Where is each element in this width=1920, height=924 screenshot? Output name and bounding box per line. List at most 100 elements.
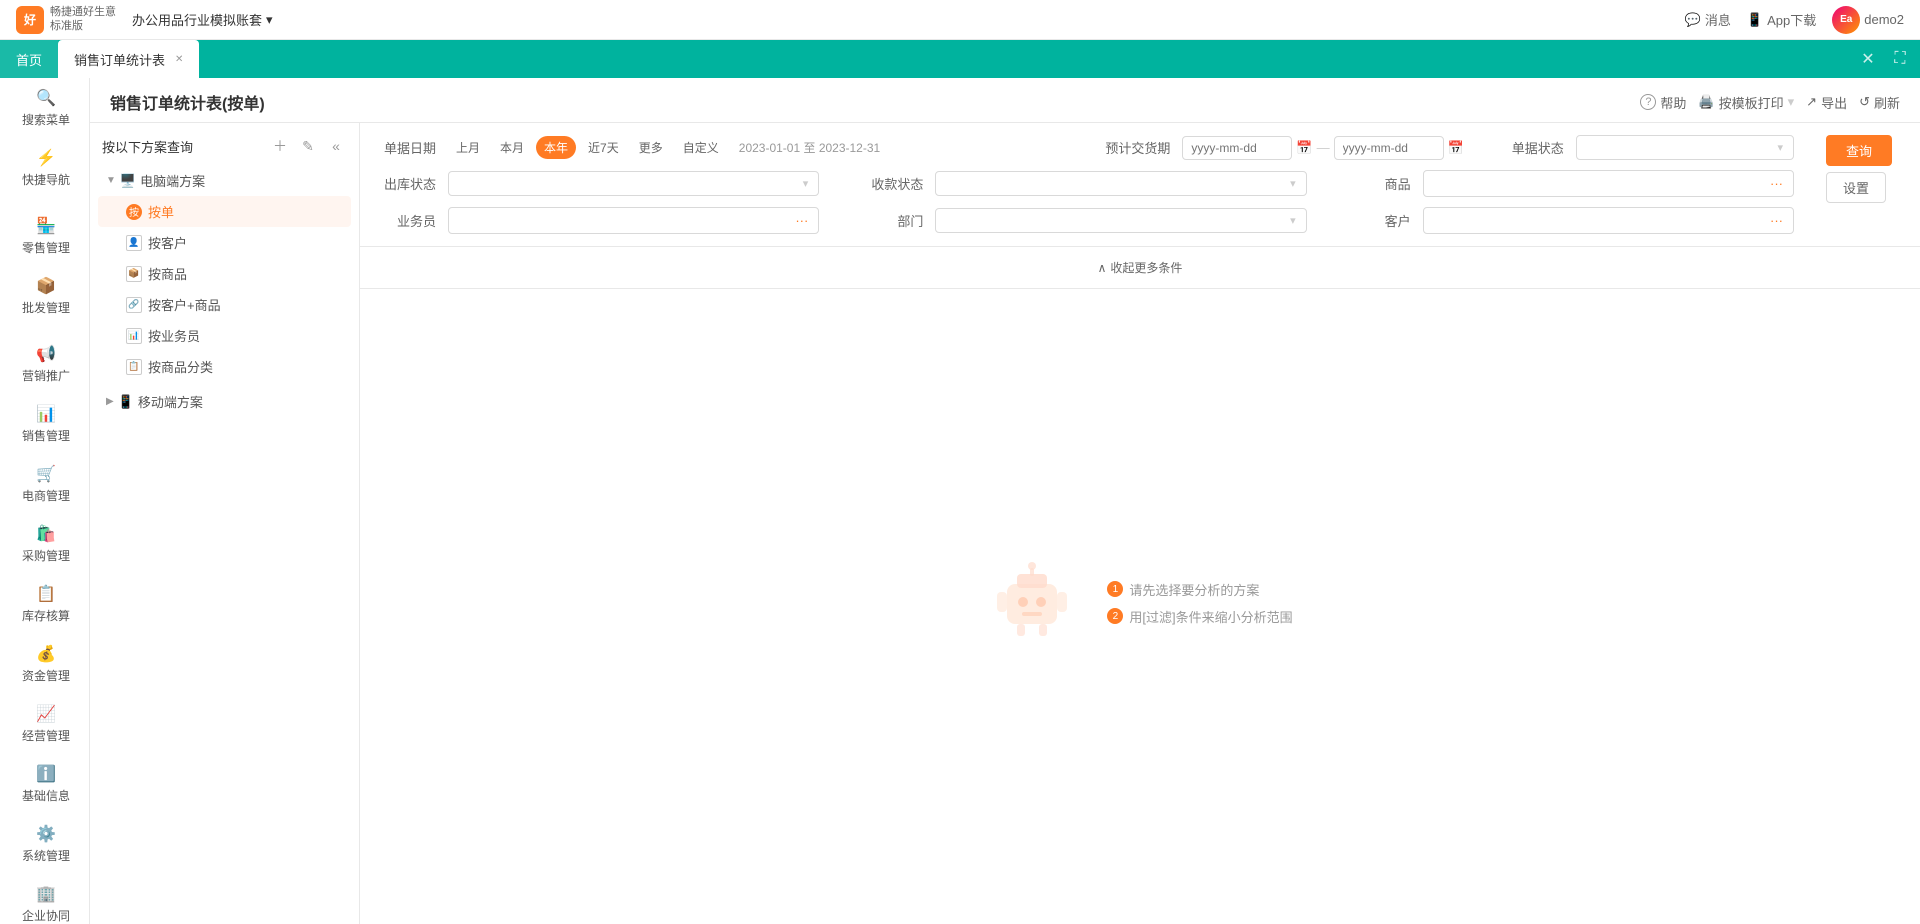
export-icon: ↗ <box>1806 94 1817 110</box>
receive-status-label: 收款状态 <box>863 174 923 193</box>
refresh-action[interactable]: ↺ 刷新 <box>1859 93 1900 112</box>
by-order-icon: 按 <box>126 204 142 220</box>
scheme-group-desktop: ▼ 🖥️ 电脑端方案 按 按单 👤 按客户 <box>98 165 351 382</box>
retail-icon: 🏪 <box>36 216 56 236</box>
predict-date-label: 预计交货期 <box>1100 138 1170 157</box>
help-action[interactable]: ? 帮助 <box>1640 93 1686 112</box>
scheme-item-by-order[interactable]: 按 按单 <box>98 196 351 227</box>
by-product-icon: 📦 <box>126 266 142 282</box>
predict-date-to[interactable] <box>1334 136 1444 160</box>
search-icon: 🔍 <box>36 88 56 108</box>
sidebar-item-wholesale[interactable]: 📦 批发管理 <box>0 266 89 326</box>
sidebar-item-inventory[interactable]: 📋 库存核算 <box>0 574 89 634</box>
sidebar-item-quicknav[interactable]: ⚡ 快捷导航 <box>0 138 89 198</box>
page-title: 销售订单统计表(按单) <box>110 90 265 114</box>
operations-icon: 📈 <box>36 704 56 724</box>
scheme-item-by-prod-category[interactable]: 📋 按商品分类 <box>98 351 351 382</box>
ecommerce-icon: 🛒 <box>36 464 56 484</box>
predict-date-from[interactable] <box>1182 136 1292 160</box>
refresh-icon: ↺ <box>1859 94 1870 110</box>
filter-main: 单据日期 上月 本月 本年 近7天 更多 自定义 <box>360 123 1810 246</box>
two-panel: 按以下方案查询 ＋ ✎ « ▼ 🖥️ 电脑端方案 <box>90 123 1920 924</box>
chevron-down-icon: ▾ <box>266 12 273 28</box>
collapse-button[interactable]: ∧ 收起更多条件 <box>1086 255 1195 280</box>
calendar-icon: 📅 <box>1296 140 1312 156</box>
export-action[interactable]: ↗ 导出 <box>1806 93 1847 112</box>
maximize-icon[interactable]: ⛶ <box>1888 47 1912 71</box>
sidebar-item-finance[interactable]: 💰 资金管理 <box>0 634 89 694</box>
edit-scheme-btn[interactable]: ✎ <box>297 135 319 157</box>
app-download-action[interactable]: 📱 App下载 <box>1747 10 1816 29</box>
basics-icon: ℹ️ <box>36 764 56 784</box>
product-label: 商品 <box>1351 174 1411 193</box>
more-btn[interactable]: 更多 <box>631 136 671 159</box>
sales-icon: 📊 <box>36 404 56 424</box>
empty-tip-1: 1 请先选择要分析的方案 <box>1107 580 1292 599</box>
close-window-icon[interactable]: ✕ <box>1856 47 1880 71</box>
scheme-group-mobile-header[interactable]: ▶ 📱 移动端方案 <box>98 386 351 417</box>
date-label: 单据日期 <box>376 138 436 157</box>
system-icon: ⚙️ <box>36 824 56 844</box>
top-bar-left: 好 畅捷通好生意 标准版 办公用品行业模拟账套 ▾ <box>16 6 281 34</box>
main-layout: 🔍 搜索菜单 ⚡ 快捷导航 🏪 零售管理 📦 批发管理 📢 营销推广 📊 销售管… <box>0 78 1920 924</box>
expand-icon: ▼ <box>106 175 116 186</box>
sidebar-item-enterprise[interactable]: 🏢 企业协同 <box>0 874 89 924</box>
scheme-item-by-customer[interactable]: 👤 按客户 <box>98 227 351 258</box>
content-area: 销售订单统计表(按单) ? 帮助 🖨️ 按模板打印 ▾ ↗ 导出 ↺ 刷新 <box>90 78 1920 924</box>
print-icon: 🖨️ <box>1698 94 1714 110</box>
scheme-group-mobile: ▶ 📱 移动端方案 <box>98 386 351 417</box>
add-scheme-btn[interactable]: ＋ <box>269 135 291 157</box>
product-select[interactable]: ··· <box>1423 170 1794 197</box>
customer-select[interactable]: ··· <box>1423 207 1794 234</box>
last7-btn[interactable]: 近7天 <box>580 136 627 159</box>
scheme-item-by-cust-prod[interactable]: 🔗 按客户+商品 <box>98 289 351 320</box>
scheme-group-desktop-header[interactable]: ▼ 🖥️ 电脑端方案 <box>98 165 351 196</box>
collapse-bar: ∧ 收起更多条件 <box>360 247 1920 289</box>
nav-actions: ✕ ⛶ <box>1856 47 1920 71</box>
receive-status-chevron: ▾ <box>1290 177 1296 190</box>
sidebar-item-system[interactable]: ⚙️ 系统管理 <box>0 814 89 874</box>
scheme-item-by-salesperson[interactable]: 📊 按业务员 <box>98 320 351 351</box>
sidebar-item-search[interactable]: 🔍 搜索菜单 <box>0 78 89 138</box>
calendar-icon2: 📅 <box>1448 140 1464 156</box>
sidebar-item-operations[interactable]: 📈 经营管理 <box>0 694 89 754</box>
doc-status-select[interactable]: ▾ <box>1576 135 1794 160</box>
sidebar-item-basics[interactable]: ℹ️ 基础信息 <box>0 754 89 814</box>
salesperson-select[interactable]: ··· <box>448 207 819 234</box>
sidebar-item-sales[interactable]: 📊 销售管理 <box>0 394 89 454</box>
settings-button[interactable]: 设置 <box>1826 172 1886 203</box>
query-button[interactable]: 查询 <box>1826 135 1892 166</box>
receive-status-select[interactable]: ▾ <box>935 171 1306 196</box>
sidebar-item-marketing[interactable]: 📢 营销推广 <box>0 334 89 394</box>
salesperson-more-icon: ··· <box>795 213 808 228</box>
dept-chevron: ▾ <box>1290 214 1296 227</box>
desktop-icon: 🖥️ <box>120 173 136 189</box>
collapse-panel-btn[interactable]: « <box>325 135 347 157</box>
sidebar-item-ecommerce[interactable]: 🛒 电商管理 <box>0 454 89 514</box>
expand-icon-mobile: ▶ <box>106 396 114 407</box>
scheme-item-by-product[interactable]: 📦 按商品 <box>98 258 351 289</box>
app-selector[interactable]: 办公用品行业模拟账套 ▾ <box>124 6 281 33</box>
user-action[interactable]: Ea demo2 <box>1832 6 1904 34</box>
right-panel: 单据日期 上月 本月 本年 近7天 更多 自定义 <box>360 123 1920 924</box>
custom-btn[interactable]: 自定义 <box>675 136 727 159</box>
message-action[interactable]: 💬 消息 <box>1685 10 1731 29</box>
this-month-btn[interactable]: 本月 <box>492 136 532 159</box>
customer-more-icon: ··· <box>1770 213 1783 228</box>
empty-state-content: 1 请先选择要分析的方案 2 用[过滤]条件来缩小分析范围 <box>987 554 1292 659</box>
template-print-action[interactable]: 🖨️ 按模板打印 ▾ <box>1698 93 1794 112</box>
filter-row-person: 业务员 ··· 部门 ▾ 客户 <box>376 207 1794 234</box>
sidebar-item-retail[interactable]: 🏪 零售管理 <box>0 206 89 266</box>
more-dots-icon: ··· <box>1770 176 1783 191</box>
sidebar-item-purchase[interactable]: 🛍️ 采购管理 <box>0 514 89 574</box>
top-bar-right: 💬 消息 📱 App下载 Ea demo2 <box>1685 6 1904 34</box>
prev-month-btn[interactable]: 上月 <box>448 136 488 159</box>
marketing-icon: 📢 <box>36 344 56 364</box>
dept-select[interactable]: ▾ <box>935 208 1306 233</box>
tab-close-icon[interactable]: ✕ <box>175 54 183 65</box>
tab-sales-stat[interactable]: 销售订单统计表 ✕ <box>58 40 199 78</box>
ship-status-select[interactable]: ▾ <box>448 171 819 196</box>
nav-tabs: 首页 销售订单统计表 ✕ ✕ ⛶ <box>0 40 1920 78</box>
this-year-btn[interactable]: 本年 <box>536 136 576 159</box>
tab-home[interactable]: 首页 <box>0 40 58 78</box>
